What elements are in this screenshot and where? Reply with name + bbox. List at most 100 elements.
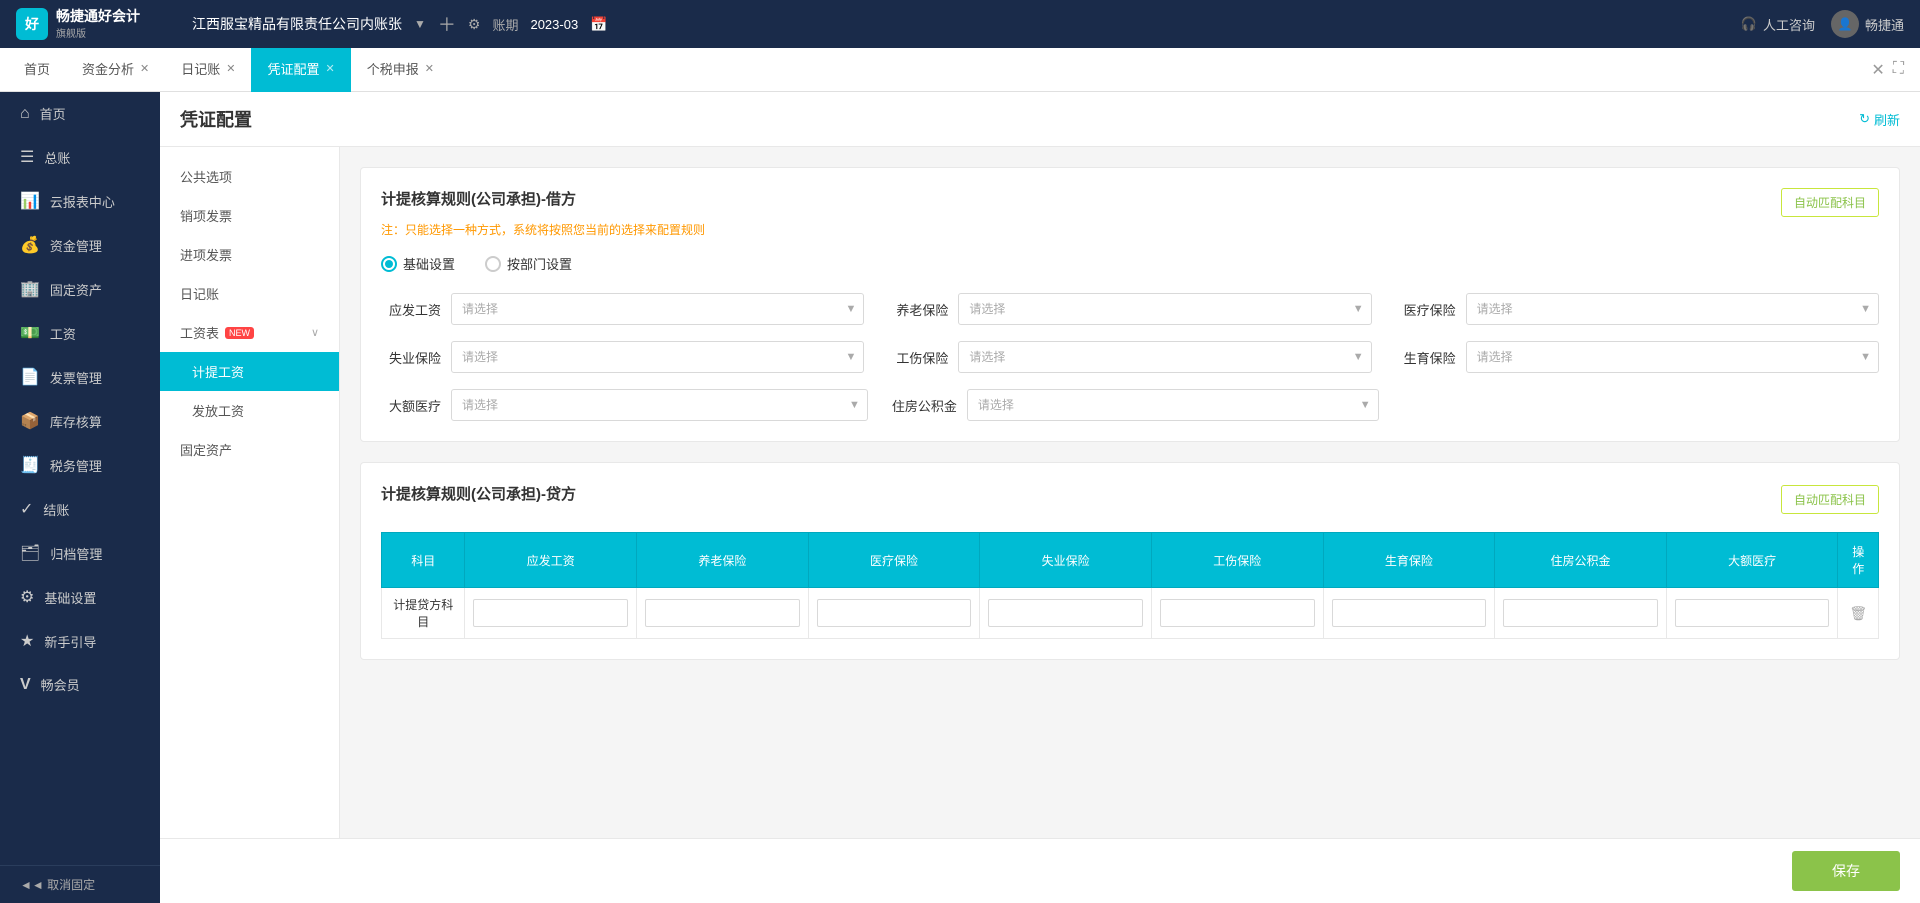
col-subject: 科目 [382, 533, 465, 588]
input-credit-maternity[interactable] [1332, 599, 1487, 627]
save-bar: 保存 [160, 838, 1920, 903]
sidebar-pin-toggle[interactable]: ◄◄ 取消固定 [0, 865, 160, 903]
tab-voucher-config[interactable]: 凭证配置 ✕ [251, 48, 350, 92]
form-item-workinjury: 工伤保险 请选择 ▼ [888, 341, 1371, 373]
input-credit-pension[interactable] [645, 599, 800, 627]
pension-select[interactable]: 请选择 [958, 293, 1371, 325]
sidebar-item-guide[interactable]: ★ 新手引导 [0, 619, 160, 663]
tab-journal[interactable]: 日记账 ✕ [165, 48, 251, 92]
input-credit-workinjury[interactable] [1160, 599, 1315, 627]
leftnav-purchase-invoice[interactable]: 进项发票 [160, 235, 339, 274]
salary-select-wrapper: 请选择 ▼ [451, 293, 864, 325]
leftnav-payroll-payment[interactable]: 发放工资 [160, 391, 339, 430]
sidebar-item-vip[interactable]: V 畅会员 [0, 663, 160, 706]
large-medical-select-wrapper: 请选择 ▼ [451, 389, 868, 421]
leftnav-fixed-assets[interactable]: 固定资产 [160, 430, 339, 469]
input-credit-salary[interactable] [473, 599, 628, 627]
sidebar-label-assets: 固定资产 [50, 280, 102, 299]
leftnav-public[interactable]: 公共选项 [160, 157, 339, 196]
report-icon: 📊 [20, 191, 40, 211]
sidebar-item-inventory[interactable]: 📦 库存核算 [0, 399, 160, 443]
input-credit-medical[interactable] [817, 599, 972, 627]
sidebar-item-invoice[interactable]: 📄 发票管理 [0, 355, 160, 399]
sidebar-item-settings[interactable]: ⚙ 基础设置 [0, 575, 160, 619]
tab-home[interactable]: 首页 [8, 48, 66, 92]
close-tab-icon[interactable]: ✕ [1871, 60, 1884, 80]
sidebar-item-assets[interactable]: 🏢 固定资产 [0, 267, 160, 311]
housing-select-wrapper: 请选择 ▼ [967, 389, 1379, 421]
settings-sidebar-icon: ⚙ [20, 587, 34, 607]
add-icon[interactable]: ＋ [438, 11, 456, 37]
unemployment-select[interactable]: 请选择 [451, 341, 864, 373]
form-item-unemployment: 失业保险 请选择 ▼ [381, 341, 864, 373]
housing-select[interactable]: 请选择 [967, 389, 1379, 421]
sidebar-item-home[interactable]: ⌂ 首页 [0, 92, 160, 135]
section1-title: 计提核算规则(公司承担)-借方 [381, 188, 705, 209]
sidebar-label-guide: 新手引导 [44, 632, 96, 651]
radio-basic[interactable]: 基础设置 [381, 254, 455, 273]
cell-large-medical [1666, 588, 1838, 639]
unemployment-label: 失业保险 [381, 348, 441, 367]
workinjury-label: 工伤保险 [888, 348, 948, 367]
input-credit-housing[interactable] [1503, 599, 1658, 627]
auto-match-debit-button[interactable]: 自动匹配科目 [1781, 188, 1879, 217]
save-button[interactable]: 保存 [1792, 851, 1900, 891]
tax-icon: 🧾 [20, 455, 40, 475]
sidebar-item-archive[interactable]: 🗂 归档管理 [0, 531, 160, 575]
sidebar-item-tax[interactable]: 🧾 税务管理 [0, 443, 160, 487]
top-bar-center: 江西服宝精品有限责任公司内账张 ▼ ＋ ⚙ 账期 2023-03 📅 [176, 11, 1741, 37]
expand-tab-icon[interactable]: ⛶ [1893, 60, 1904, 80]
close-voucher-tab[interactable]: ✕ [326, 62, 335, 75]
logo-icon: 好 [16, 8, 48, 40]
ledger-icon: ☰ [20, 147, 34, 167]
archive-icon: 🗂 [20, 543, 40, 563]
close-capital-tab[interactable]: ✕ [140, 62, 149, 75]
cell-unemployment [980, 588, 1152, 639]
refresh-button[interactable]: ↻ 刷新 [1859, 110, 1900, 129]
pension-select-wrapper: 请选择 ▼ [958, 293, 1371, 325]
sidebar-item-closing[interactable]: ✓ 结账 [0, 487, 160, 531]
leftnav-sales-invoice[interactable]: 销项发票 [160, 196, 339, 235]
workinjury-select[interactable]: 请选择 [958, 341, 1371, 373]
tab-tax[interactable]: 个税申报 ✕ [351, 48, 450, 92]
input-credit-large-medical[interactable] [1675, 599, 1830, 627]
leftnav-payroll-table[interactable]: 工资表 NEW ∨ [160, 313, 339, 352]
sidebar-label-closing: 结账 [43, 500, 69, 519]
form-item-large-medical: 大额医疗 请选择 ▼ [381, 389, 868, 421]
support-button[interactable]: 🎧 人工咨询 [1741, 15, 1815, 34]
col-housing: 住房公积金 [1495, 533, 1667, 588]
leftnav-journal[interactable]: 日记账 [160, 274, 339, 313]
delete-row-icon[interactable]: 🗑 [1849, 605, 1867, 621]
large-medical-select[interactable]: 请选择 [451, 389, 868, 421]
new-badge: NEW [225, 327, 254, 339]
medical-select[interactable]: 请选择 [1466, 293, 1879, 325]
input-credit-unemployment[interactable] [988, 599, 1143, 627]
sidebar-item-ledger[interactable]: ☰ 总账 [0, 135, 160, 179]
auto-match-credit-button[interactable]: 自动匹配科目 [1781, 485, 1879, 514]
large-medical-label: 大额医疗 [381, 396, 441, 415]
company-name: 江西服宝精品有限责任公司内账张 [192, 14, 402, 34]
maternity-select[interactable]: 请选择 [1466, 341, 1879, 373]
salary-select[interactable]: 请选择 [451, 293, 864, 325]
settings-icon[interactable]: ⚙ [468, 16, 481, 33]
content-wrapper: 公共选项 销项发票 进项发票 日记账 工资表 NEW ∨ [160, 147, 1920, 838]
user-area[interactable]: 👤 畅捷通 [1831, 10, 1904, 38]
calendar-icon[interactable]: 📅 [590, 16, 607, 33]
headset-icon: 🎧 [1741, 16, 1757, 32]
sidebar-label-home: 首页 [40, 104, 66, 123]
sidebar-item-capital[interactable]: 💰 资金管理 [0, 223, 160, 267]
sidebar-label-capital: 资金管理 [50, 236, 102, 255]
workinjury-select-wrapper: 请选择 ▼ [958, 341, 1371, 373]
sidebar-item-report[interactable]: 📊 云报表中心 [0, 179, 160, 223]
close-journal-tab[interactable]: ✕ [226, 62, 235, 75]
tab-capital[interactable]: 资金分析 ✕ [66, 48, 165, 92]
close-tax-tab[interactable]: ✕ [425, 62, 434, 75]
main-layout: ⌂ 首页 ☰ 总账 📊 云报表中心 💰 资金管理 🏢 固定资产 💵 工资 📄 发… [0, 92, 1920, 903]
sidebar-item-salary[interactable]: 💵 工资 [0, 311, 160, 355]
form-item-pension: 养老保险 请选择 ▼ [888, 293, 1371, 325]
radio-department[interactable]: 按部门设置 [485, 254, 572, 273]
app-name: 畅捷通好会计 [56, 8, 140, 25]
company-dropdown-icon[interactable]: ▼ [414, 17, 426, 31]
logo-text-block: 畅捷通好会计 旗舰版 [56, 8, 140, 40]
leftnav-payroll-accrual[interactable]: 计提工资 [160, 352, 339, 391]
